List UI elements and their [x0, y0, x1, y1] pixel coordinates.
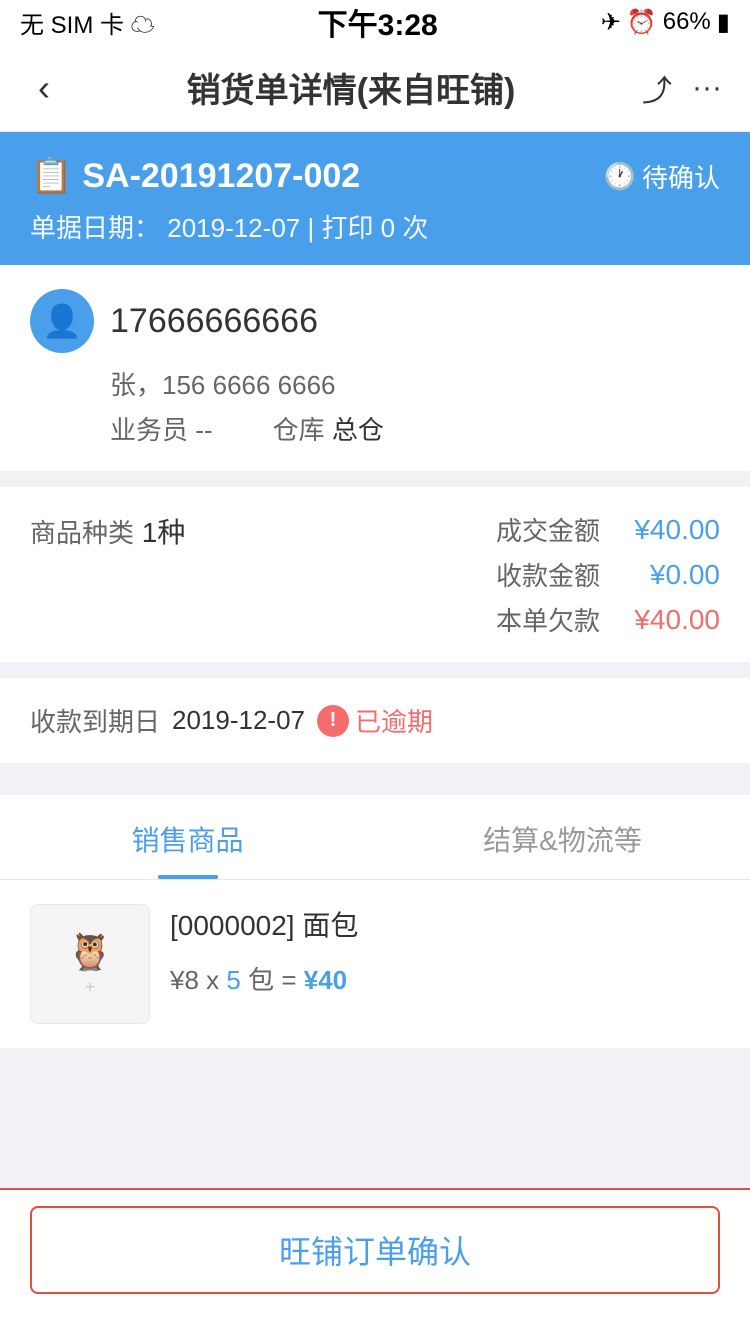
received-amount-row: 收款金额 ¥0.00 — [496, 556, 720, 593]
product-info: [0000002] 面包 ¥8 x 5 包 = ¥40 — [170, 904, 720, 997]
deal-amount-label: 成交金额 — [496, 511, 600, 548]
due-date-section: 收款到期日 2019-12-07 ! 已逾期 — [0, 678, 750, 763]
confirm-button[interactable]: 旺铺订单确认 — [30, 1206, 720, 1294]
product-item: 🦉 + [0000002] 面包 ¥8 x 5 包 = ¥40 — [0, 880, 750, 1048]
share-icon[interactable]: ⤴ — [642, 66, 672, 110]
order-date: 单据日期： 2019-12-07 | 打印 0 次 — [30, 208, 720, 245]
received-label: 收款金额 — [496, 556, 600, 593]
customer-avatar: 👤 — [30, 289, 94, 353]
owed-value: ¥40.00 — [620, 604, 720, 636]
product-thumbnail: 🦉 + — [30, 904, 150, 1024]
status-right: ✈ ⏰ 66% ▮ — [601, 8, 730, 37]
battery-label: 66% — [663, 8, 711, 36]
product-logo-plus: + — [85, 977, 96, 998]
overdue-badge: ! 已逾期 — [317, 702, 433, 739]
warehouse-label: 仓库 — [273, 415, 325, 445]
clock-icon: 🕐 — [604, 161, 636, 192]
order-number: 📋 SA-20191207-002 — [30, 156, 360, 196]
order-number-value: SA-20191207-002 — [82, 157, 360, 196]
status-bar: 无 SIM 卡 ☁ 下午3:28 ✈ ⏰ 66% ▮ — [0, 0, 750, 44]
order-icon: 📋 — [30, 156, 72, 196]
order-header: 📋 SA-20191207-002 🕐 待确认 单据日期： 2019-12-07… — [0, 132, 750, 265]
nav-bar: ‹ 销货单详情(来自旺铺) ⤴ ··· — [0, 44, 750, 132]
due-label: 收款到期日 — [30, 702, 160, 739]
price-label: ¥8 x — [170, 965, 226, 995]
salesman-item: 业务员 -- — [110, 410, 213, 447]
date-label: 单据日期： — [30, 213, 160, 243]
back-button[interactable]: ‹ — [28, 57, 60, 119]
deal-amount-value: ¥40.00 — [620, 514, 720, 546]
sim-label: 无 SIM 卡 ☁ — [20, 5, 155, 40]
category-label: 商品种类 — [30, 518, 134, 548]
order-status: 🕐 待确认 — [604, 158, 720, 195]
owed-amount-row: 本单欠款 ¥40.00 — [496, 601, 720, 638]
total-value: ¥40 — [304, 965, 347, 995]
nav-actions: ⤴ ··· — [642, 66, 722, 110]
section-divider — [0, 779, 750, 795]
alarm-icon: ⏰ — [627, 8, 657, 37]
tabs-section: 销售商品 结算&物流等 🦉 + [0000002] 面包 ¥8 x 5 包 = … — [0, 795, 750, 1048]
category-value: 1种 — [142, 517, 186, 548]
product-name: [0000002] 面包 — [170, 904, 720, 944]
date-value: 2019-12-07 — [167, 213, 300, 243]
print-label: | 打印 0 次 — [307, 213, 428, 243]
product-code: [0000002] — [170, 910, 295, 941]
deal-amount-row: 成交金额 ¥40.00 — [496, 511, 720, 548]
category-item: 商品种类 1种 — [30, 511, 185, 551]
location-icon: ✈ — [601, 8, 621, 37]
unit-label: 包 — [248, 965, 274, 995]
received-value: ¥0.00 — [620, 559, 720, 591]
more-icon[interactable]: ··· — [692, 71, 722, 105]
tab-settlement-label: 结算&物流等 — [483, 825, 642, 856]
page-title: 销货单详情(来自旺铺) — [187, 63, 516, 112]
owed-label: 本单欠款 — [496, 601, 600, 638]
battery-icon: ▮ — [717, 8, 730, 37]
overdue-text: 已逾期 — [355, 702, 433, 739]
product-logo-icon: 🦉 — [68, 931, 113, 973]
tab-sales-product[interactable]: 销售商品 — [0, 795, 375, 879]
due-date-value: 2019-12-07 — [172, 705, 305, 736]
status-left: 无 SIM 卡 ☁ — [20, 5, 155, 40]
status-label: 待确认 — [642, 158, 720, 195]
avatar-icon: 👤 — [42, 302, 82, 340]
customer-phone: 17666666666 — [110, 302, 318, 341]
customer-name: 张，156 6666 6666 — [110, 365, 720, 402]
salesman-label: 业务员 — [110, 415, 188, 445]
overdue-icon: ! — [317, 705, 349, 737]
tab-settlement[interactable]: 结算&物流等 — [375, 795, 750, 879]
warehouse-value: 总仓 — [332, 415, 384, 445]
status-time: 下午3:28 — [318, 0, 438, 44]
product-price-row: ¥8 x 5 包 = ¥40 — [170, 960, 720, 997]
equals-label: = — [281, 965, 303, 995]
summary-section: 商品种类 1种 成交金额 ¥40.00 收款金额 ¥0.00 本单欠款 ¥40.… — [0, 487, 750, 662]
customer-section: 👤 17666666666 张，156 6666 6666 业务员 -- 仓库 … — [0, 265, 750, 471]
salesman-value: -- — [195, 415, 212, 445]
tabs-row: 销售商品 结算&物流等 — [0, 795, 750, 880]
tab-sales-label: 销售商品 — [131, 825, 243, 856]
warehouse-item: 仓库 总仓 — [273, 410, 384, 447]
qty-value: 5 — [226, 965, 240, 995]
product-name-text: 面包 — [302, 910, 358, 941]
bottom-bar: 旺铺订单确认 — [0, 1188, 750, 1334]
